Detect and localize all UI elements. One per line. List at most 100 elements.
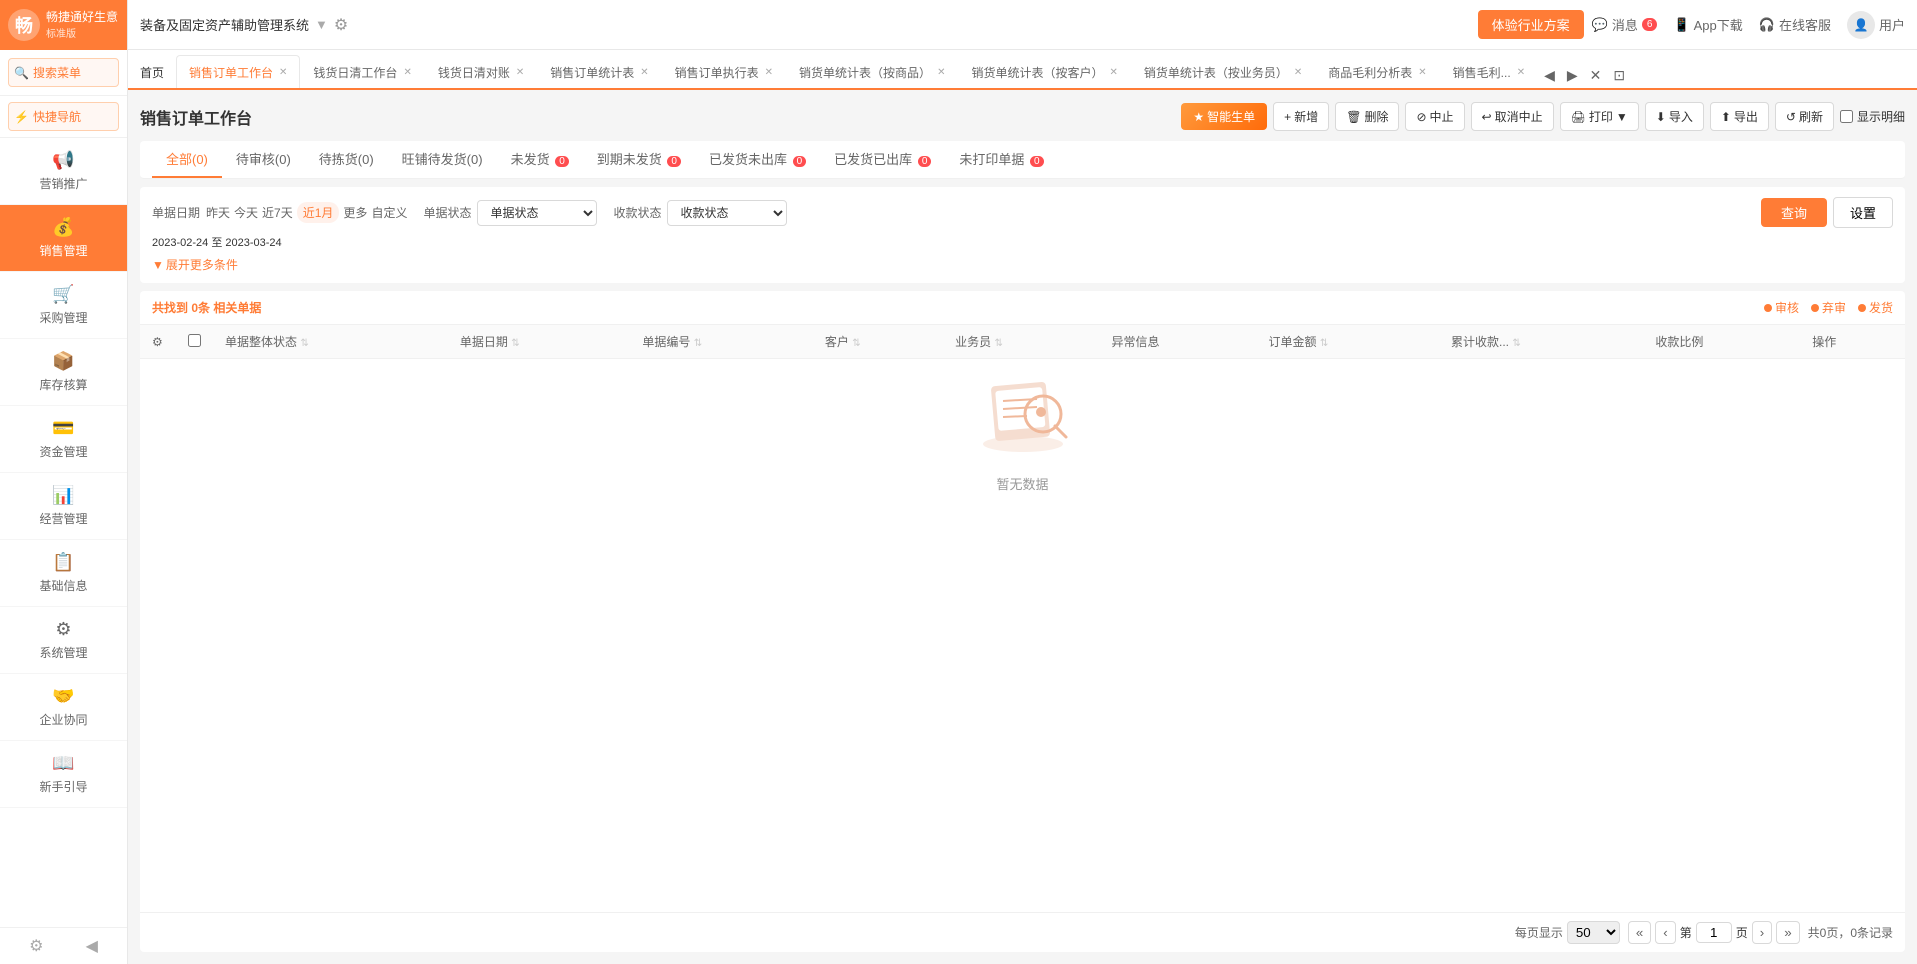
- stop-button[interactable]: ⊘ 中止: [1405, 102, 1464, 131]
- col-customer[interactable]: 客户 ⇅: [813, 325, 943, 359]
- smart-generate-button[interactable]: ★ 智能生单: [1181, 103, 1267, 130]
- tab-daily-clearance[interactable]: 钱货日清工作台 ✕: [300, 55, 424, 89]
- page-number-input[interactable]: [1696, 922, 1732, 943]
- export-button[interactable]: ⬆ 导出: [1710, 102, 1769, 131]
- sidebar-item-sales[interactable]: 💰 销售管理: [0, 205, 127, 272]
- sidebar-item-system[interactable]: ⚙ 系统管理: [0, 607, 127, 674]
- date-today[interactable]: 今天: [234, 204, 258, 221]
- refresh-icon: ↺: [1786, 110, 1796, 124]
- show-detail-checkbox-label[interactable]: 显示明细: [1840, 108, 1905, 125]
- page-prev-button[interactable]: ‹: [1655, 921, 1675, 944]
- sidebar-item-purchase[interactable]: 🛒 采购管理: [0, 272, 127, 339]
- tab-close-icon[interactable]: ✕: [1294, 67, 1302, 78]
- sidebar-settings-button[interactable]: ⚙: [29, 936, 43, 956]
- tab-sales-staff[interactable]: 销货单统计表（按业务员） ✕: [1131, 55, 1315, 89]
- filter-tab-shipped-not-out[interactable]: 已发货未出库 0: [695, 141, 820, 178]
- tab-sales-product[interactable]: 销货单统计表（按商品） ✕: [786, 55, 958, 89]
- filter-tab-shipped-out[interactable]: 已发货已出库 0: [820, 141, 945, 178]
- filter-tab-pending-pick[interactable]: 待拣货(0): [305, 141, 388, 178]
- search-setting-button[interactable]: 设置: [1833, 197, 1893, 228]
- print-button[interactable]: 🖨 打印 ▼: [1560, 102, 1639, 131]
- sidebar-item-cooperation[interactable]: 🤝 企业协同: [0, 674, 127, 741]
- tab-daily-reconcile[interactable]: 钱货日清对账 ✕: [425, 55, 537, 89]
- filter-tab-pending-audit[interactable]: 待审核(0): [222, 141, 305, 178]
- status-select[interactable]: 单据状态: [477, 200, 597, 226]
- tab-prev-button[interactable]: ◀: [1538, 63, 1561, 88]
- col-cumulative[interactable]: 累计收款... ⇅: [1439, 325, 1643, 359]
- tab-margin-analysis[interactable]: 商品毛利分析表 ✕: [1315, 55, 1439, 89]
- select-all-checkbox[interactable]: [188, 334, 201, 347]
- tab-next-button[interactable]: ▶: [1561, 63, 1584, 88]
- col-overall-status[interactable]: 单据整体状态 ⇅: [213, 325, 448, 359]
- filter-tab-overdue-unshipped[interactable]: 到期未发货 0: [583, 141, 695, 178]
- tab-close-icon[interactable]: ✕: [516, 67, 524, 78]
- cancel-stop-button[interactable]: ↩ 取消中止: [1471, 102, 1554, 131]
- delete-button[interactable]: 🗑 删除: [1335, 102, 1399, 131]
- filter-tab-wangpu[interactable]: 旺铺待发货(0): [388, 141, 497, 178]
- tab-close-icon[interactable]: ✕: [640, 67, 648, 78]
- sidebar-item-guide[interactable]: 📖 新手引导: [0, 741, 127, 808]
- tab-close-icon[interactable]: ✕: [1109, 67, 1117, 78]
- tab-close-icon[interactable]: ✕: [1418, 67, 1426, 78]
- filter-tab-unshipped[interactable]: 未发货 0: [497, 141, 583, 178]
- query-button[interactable]: 查询: [1761, 198, 1827, 227]
- user-menu-button[interactable]: 👤 用户: [1847, 11, 1905, 39]
- sidebar-collapse-button[interactable]: ◀: [86, 936, 98, 956]
- page-last-button[interactable]: »: [1776, 921, 1799, 944]
- tab-close-icon[interactable]: ✕: [765, 67, 773, 78]
- topbar-gear-icon[interactable]: ⚙: [334, 15, 348, 35]
- quick-nav-button[interactable]: ⚡ 快捷导航: [8, 102, 119, 131]
- sidebar-item-basic-info[interactable]: 📋 基础信息: [0, 540, 127, 607]
- industry-solution-button[interactable]: 体验行业方案: [1478, 10, 1584, 39]
- withdraw-button[interactable]: 弃审: [1811, 299, 1846, 316]
- tab-sales-customer[interactable]: 销货单统计表（按客户） ✕: [958, 55, 1130, 89]
- app-download-button[interactable]: 📱 App下载: [1673, 15, 1742, 34]
- tab-close-all-button[interactable]: ✕: [1584, 63, 1608, 88]
- date-7days[interactable]: 近7天: [262, 204, 293, 221]
- sidebar-item-operations[interactable]: 📊 经营管理: [0, 473, 127, 540]
- table-scroll-area[interactable]: ⚙ 单据整体状态 ⇅ 单据日期 ⇅ 单据编号: [140, 325, 1905, 912]
- col-salesperson[interactable]: 业务员 ⇅: [943, 325, 1099, 359]
- import-button[interactable]: ⬇ 导入: [1645, 102, 1704, 131]
- tab-close-icon[interactable]: ✕: [279, 67, 287, 78]
- col-settings[interactable]: ⚙: [140, 325, 176, 359]
- tab-sales-stats[interactable]: 销售订单统计表 ✕: [537, 55, 661, 89]
- show-detail-checkbox[interactable]: [1840, 110, 1853, 123]
- sidebar-item-marketing[interactable]: 📢 营销推广: [0, 138, 127, 205]
- tab-sales-exec[interactable]: 销售订单执行表 ✕: [662, 55, 786, 89]
- page-next-button[interactable]: ›: [1752, 921, 1772, 944]
- expand-conditions-button[interactable]: ▼ 展开更多条件: [152, 256, 1893, 273]
- audit-button[interactable]: 审核: [1764, 299, 1799, 316]
- date-1month[interactable]: 近1月: [297, 202, 340, 223]
- sales-icon: 💰: [52, 217, 74, 238]
- tab-close-icon[interactable]: ✕: [1517, 67, 1525, 78]
- per-page-select[interactable]: 50 20 100: [1567, 921, 1620, 944]
- tab-expand-button[interactable]: ⊡: [1607, 63, 1631, 88]
- col-amount[interactable]: 订单金额 ⇅: [1256, 325, 1439, 359]
- tab-close-icon[interactable]: ✕: [403, 67, 411, 78]
- sidebar-item-inventory[interactable]: 📦 库存核算: [0, 339, 127, 406]
- tab-sales-margin[interactable]: 销售毛利... ✕: [1440, 55, 1538, 89]
- ship-button[interactable]: 发货: [1858, 299, 1893, 316]
- col-number[interactable]: 单据编号 ⇅: [630, 325, 813, 359]
- col-date[interactable]: 单据日期 ⇅: [448, 325, 631, 359]
- date-custom[interactable]: 自定义: [371, 204, 407, 221]
- date-more[interactable]: 更多: [343, 204, 367, 221]
- filter-tab-all[interactable]: 全部(0): [152, 141, 222, 178]
- plus-icon: +: [1284, 110, 1291, 124]
- sidebar-item-finance[interactable]: 💳 资金管理: [0, 406, 127, 473]
- message-button[interactable]: 💬 消息 6: [1592, 15, 1658, 34]
- payment-select[interactable]: 收款状态: [667, 200, 787, 226]
- system-dropdown-icon[interactable]: ▼: [315, 17, 328, 32]
- tab-close-icon[interactable]: ✕: [937, 67, 945, 78]
- online-service-button[interactable]: 🎧 在线客服: [1759, 15, 1831, 34]
- add-button[interactable]: + 新增: [1273, 102, 1329, 131]
- page-first-button[interactable]: «: [1628, 921, 1651, 944]
- refresh-button[interactable]: ↺ 刷新: [1775, 102, 1834, 131]
- tab-home[interactable]: 首页: [128, 56, 176, 89]
- tab-sales-order-workbench[interactable]: 销售订单工作台 ✕: [176, 55, 300, 89]
- filter-tab-unprinted[interactable]: 未打印单据 0: [945, 141, 1057, 178]
- search-menu-button[interactable]: 🔍 搜索菜单: [8, 58, 119, 87]
- user-icon: 👤: [1854, 18, 1869, 32]
- date-yesterday[interactable]: 昨天: [206, 204, 230, 221]
